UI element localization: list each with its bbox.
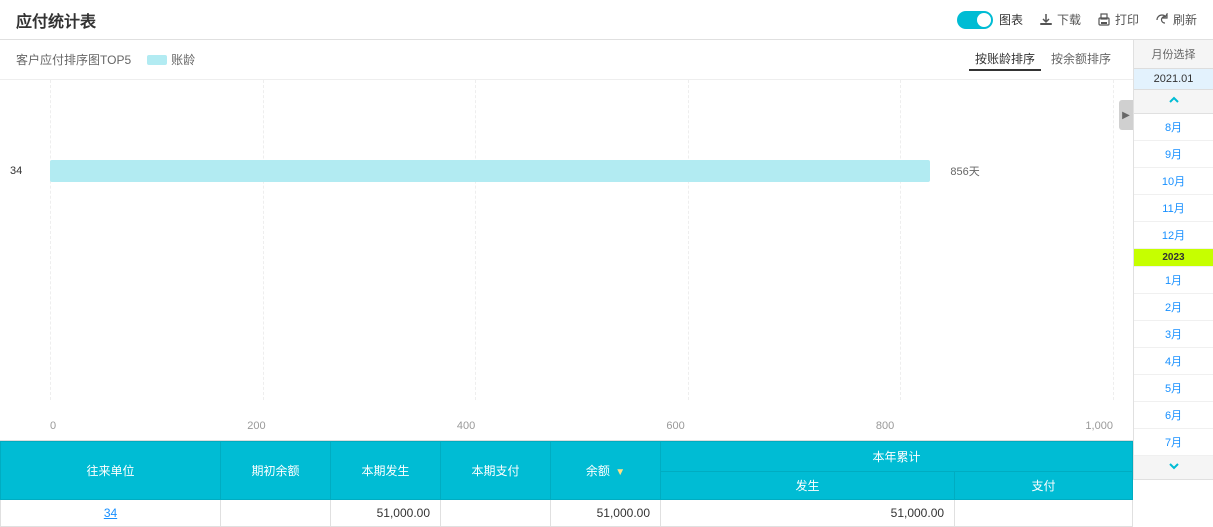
- x-axis: 0 200 400 600 800 1,000: [50, 420, 1113, 432]
- month-item-aug[interactable]: 8月: [1134, 114, 1213, 141]
- x-tick-2: 400: [457, 420, 475, 432]
- legend-color: [147, 55, 167, 65]
- col-ytd-pay: 支付: [955, 472, 1133, 500]
- grid-line-0: [50, 80, 51, 400]
- toggle-label: 图表: [999, 11, 1023, 28]
- table-row: 34 51,000.00 51,000.00 51,000.00: [1, 500, 1133, 527]
- month-item-oct[interactable]: 10月: [1134, 168, 1213, 195]
- month-item-apr[interactable]: 4月: [1134, 348, 1213, 375]
- bar-row: 34 856天: [50, 160, 1073, 182]
- grid-line-2: [475, 80, 476, 400]
- bar-end-label: 856天: [950, 163, 979, 179]
- grid-line-5: [1113, 80, 1114, 400]
- balance-sort-icon: ▼: [615, 467, 625, 478]
- col-unit: 往来单位: [1, 442, 221, 500]
- month-item-feb[interactable]: 2月: [1134, 294, 1213, 321]
- refresh-icon: [1155, 13, 1169, 27]
- month-item-mar[interactable]: 3月: [1134, 321, 1213, 348]
- page-title: 应付统计表: [16, 8, 96, 32]
- chart-legend: 客户应付排序图TOP5 账龄: [16, 51, 195, 68]
- x-tick-1: 200: [247, 420, 265, 432]
- chart-header: 客户应付排序图TOP5 账龄 按账龄排序 按余额排序: [0, 40, 1133, 80]
- legend-item: 账龄: [147, 51, 195, 68]
- toggle-thumb: [977, 13, 991, 27]
- sidebar-down-btn[interactable]: [1134, 456, 1213, 480]
- month-item-nov[interactable]: 11月: [1134, 195, 1213, 222]
- legend-label: 账龄: [171, 51, 195, 68]
- x-tick-0: 0: [50, 420, 56, 432]
- x-tick-5: 1,000: [1085, 420, 1113, 432]
- month-item-jul[interactable]: 7月: [1134, 429, 1213, 456]
- download-icon: [1039, 13, 1053, 27]
- main-content: 客户应付排序图TOP5 账龄 按账龄排序 按余额排序: [0, 40, 1213, 527]
- x-tick-4: 800: [876, 420, 894, 432]
- chevron-up-icon: [1167, 93, 1181, 107]
- x-tick-3: 600: [666, 420, 684, 432]
- cell-balance: 51,000.00: [551, 500, 661, 527]
- sidebar-wrapper: ▶ 月份选择 2021.01 8月 9月 10月 11月 12月 2023 1月: [1133, 40, 1213, 527]
- month-item-jan[interactable]: 1月: [1134, 267, 1213, 294]
- data-table: 往来单位 期初余额 本期发生 本期支付 余额 ▼ 本年累计 发生: [0, 441, 1133, 527]
- sidebar-current-date: 2021.01: [1134, 69, 1213, 90]
- print-button[interactable]: 打印: [1097, 11, 1139, 28]
- sort-by-amount-btn[interactable]: 按余额排序: [1045, 48, 1117, 71]
- month-item-sep[interactable]: 9月: [1134, 141, 1213, 168]
- sidebar-up-btn[interactable]: [1134, 90, 1213, 114]
- chevron-down-icon: [1167, 459, 1181, 473]
- col-balance: 余额 ▼: [551, 442, 661, 500]
- cell-ytd-occur: 51,000.00: [661, 500, 955, 527]
- sidebar-collapse-btn[interactable]: ▶: [1119, 100, 1133, 130]
- page-container: 应付统计表 图表 下载 打印 刷新: [0, 0, 1213, 527]
- legend-text: 客户应付排序图TOP5: [16, 51, 131, 68]
- header-actions: 图表 下载 打印 刷新: [957, 11, 1197, 29]
- month-item-dec[interactable]: 12月: [1134, 222, 1213, 249]
- chart-toggle-wrap[interactable]: 图表: [957, 11, 1023, 29]
- grid-line-1: [263, 80, 264, 400]
- chart-toggle[interactable]: [957, 11, 993, 29]
- refresh-button[interactable]: 刷新: [1155, 11, 1197, 28]
- col-current-pay: 本期支付: [441, 442, 551, 500]
- cell-opening: [221, 500, 331, 527]
- cell-current-pay: [441, 500, 551, 527]
- col-ytd-occur: 发生: [661, 472, 955, 500]
- cell-current-occur: 51,000.00: [331, 500, 441, 527]
- bar-row-label: 34: [10, 165, 22, 177]
- col-ytd: 本年累计: [661, 442, 1133, 472]
- sort-by-balance-btn[interactable]: 按账龄排序: [969, 48, 1041, 71]
- table-header-row: 往来单位 期初余额 本期发生 本期支付 余额 ▼ 本年累计: [1, 442, 1133, 472]
- month-item-may[interactable]: 5月: [1134, 375, 1213, 402]
- chart-sort-buttons: 按账龄排序 按余额排序: [969, 48, 1117, 71]
- year-badge-2023[interactable]: 2023: [1134, 249, 1213, 267]
- grid-line-4: [900, 80, 901, 400]
- sidebar-nav-bottom: [1134, 456, 1213, 480]
- download-button[interactable]: 下载: [1039, 11, 1081, 28]
- sidebar-header: 月份选择: [1134, 40, 1213, 69]
- cell-unit[interactable]: 34: [1, 500, 221, 527]
- col-current-occur: 本期发生: [331, 442, 441, 500]
- col-opening: 期初余额: [221, 442, 331, 500]
- chart-section: 客户应付排序图TOP5 账龄 按账龄排序 按余额排序: [0, 40, 1133, 527]
- bar-fill: 856天: [50, 160, 930, 182]
- table-section: 往来单位 期初余额 本期发生 本期支付 余额 ▼ 本年累计 发生: [0, 440, 1133, 527]
- print-icon: [1097, 13, 1111, 27]
- page-header: 应付统计表 图表 下载 打印 刷新: [0, 0, 1213, 40]
- month-list: 8月 9月 10月 11月 12月 2023 1月 2月 3月 4月 5月 6月…: [1134, 114, 1213, 456]
- sidebar-nav: [1134, 90, 1213, 114]
- month-item-jun[interactable]: 6月: [1134, 402, 1213, 429]
- grid-line-3: [688, 80, 689, 400]
- cell-ytd-pay: [955, 500, 1133, 527]
- chart-body: 34 856天 0 200 400 600 800 1,000: [0, 80, 1133, 440]
- sidebar: 月份选择 2021.01 8月 9月 10月 11月 12月 2023 1月 2…: [1133, 40, 1213, 480]
